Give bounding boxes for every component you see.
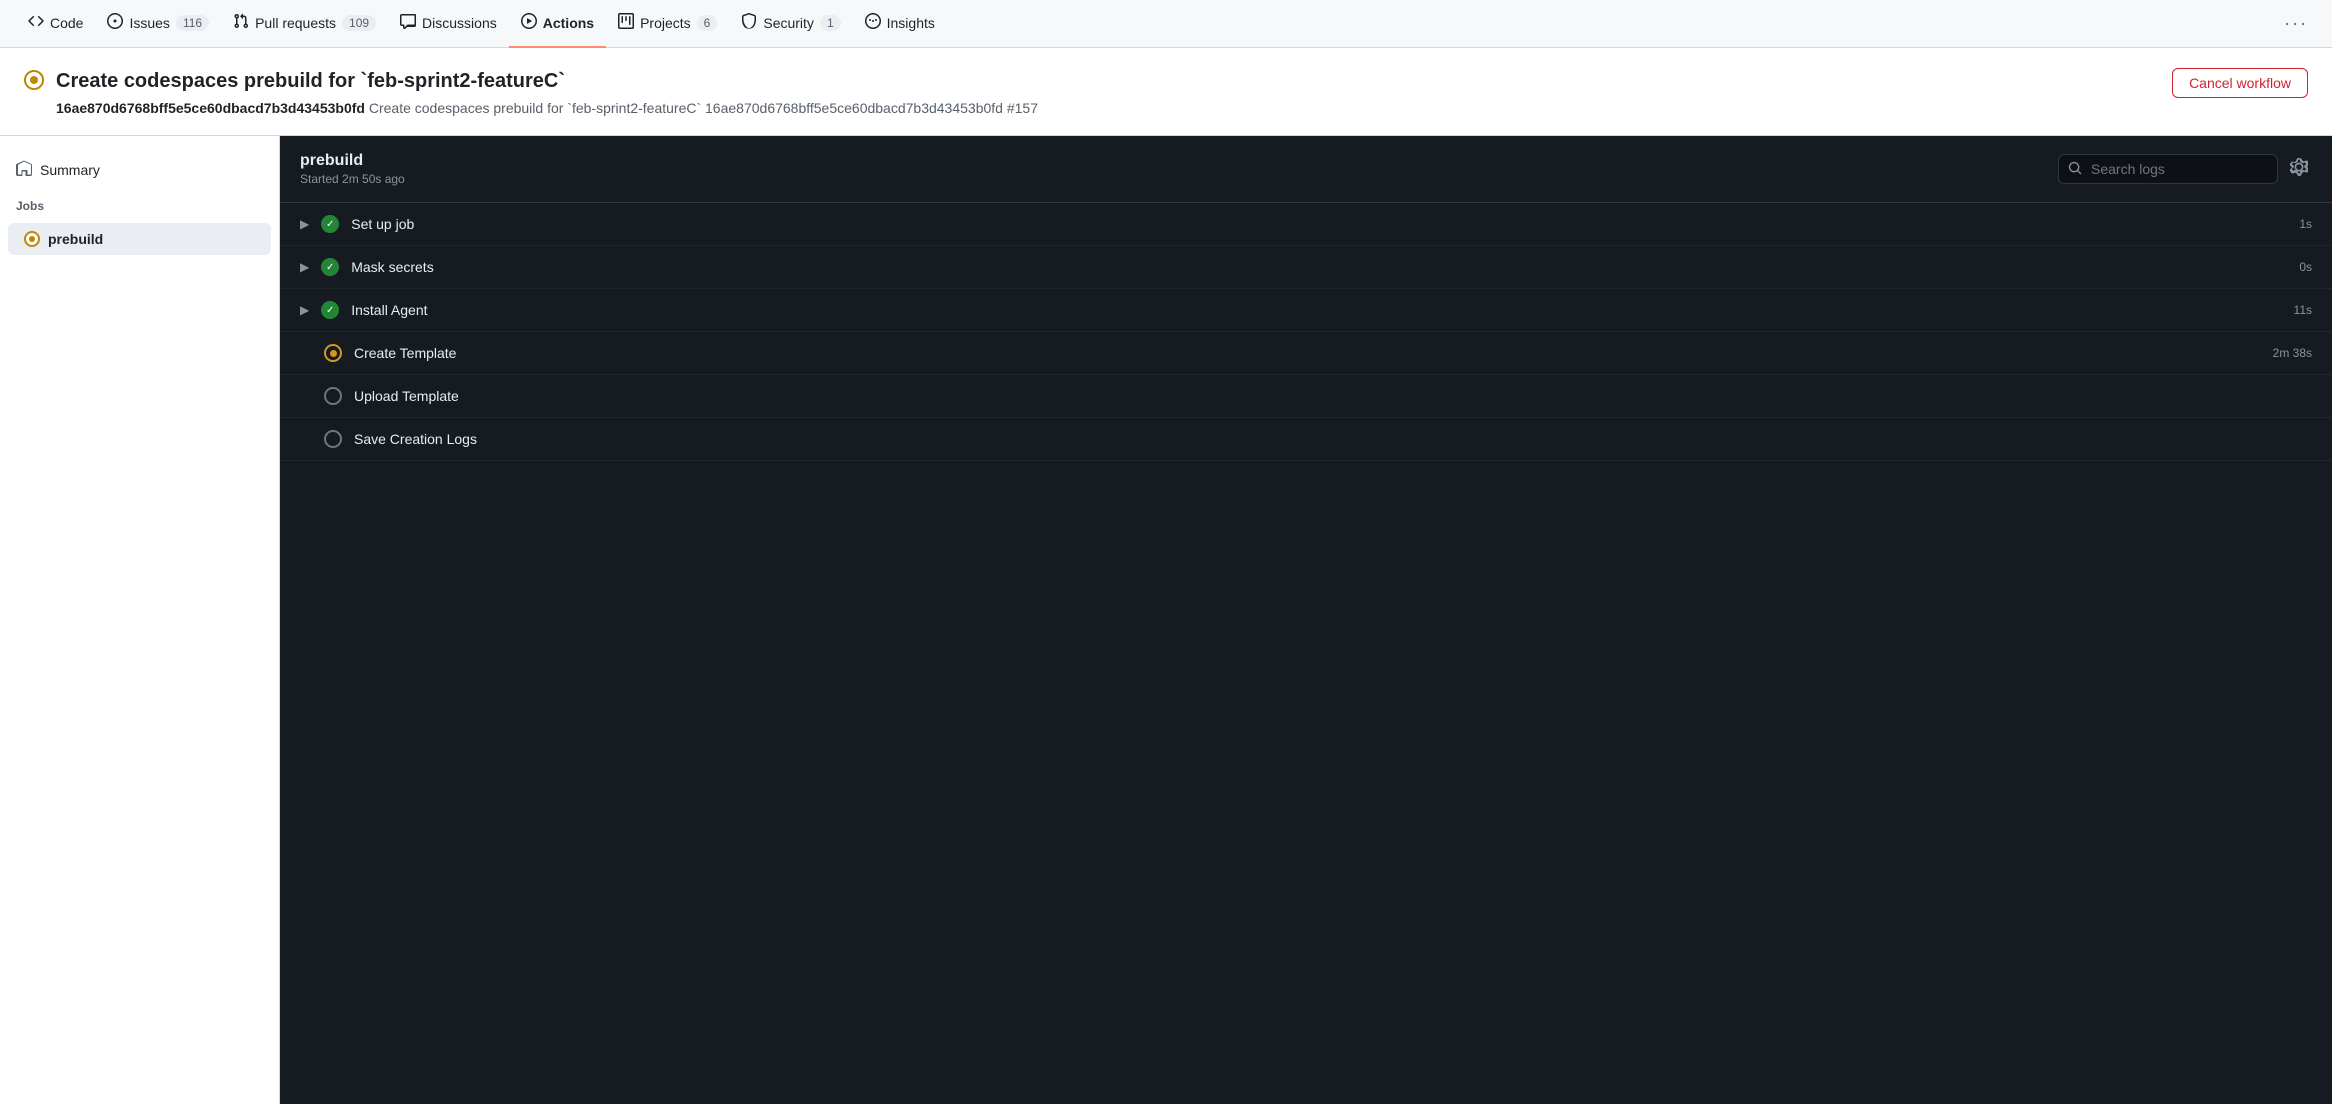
job-status-running-icon <box>24 231 40 247</box>
log-title-section: prebuild Started 2m 50s ago <box>300 152 405 186</box>
workflow-commit-description: Create codespaces prebuild for `feb-spri… <box>369 100 1038 116</box>
pr-icon <box>233 13 249 32</box>
workflow-commit-hash: 16ae870d6768bff5e5ce60dbacd7b3d43453b0fd <box>56 100 365 116</box>
log-settings-button[interactable] <box>2286 154 2312 185</box>
main-container: Create codespaces prebuild for `feb-spri… <box>0 48 2332 1104</box>
step-status-done-icon: ✓ <box>321 301 339 319</box>
nav-more-button[interactable]: ··· <box>2276 5 2316 42</box>
nav-insights[interactable]: Insights <box>853 0 947 48</box>
workflow-title-text: Create codespaces prebuild for `feb-spri… <box>56 68 2172 119</box>
nav-code[interactable]: Code <box>16 0 95 48</box>
workflow-commit: 16ae870d6768bff5e5ce60dbacd7b3d43453b0fd… <box>56 98 2172 119</box>
search-logs-wrapper <box>2058 154 2278 184</box>
log-header: prebuild Started 2m 50s ago <box>280 136 2332 203</box>
step-status-done-icon: ✓ <box>321 258 339 276</box>
nav-pull-requests[interactable]: Pull requests 109 <box>221 0 388 48</box>
nav-security-label: Security <box>763 15 814 31</box>
workflow-name: Create codespaces prebuild for `feb-spri… <box>56 68 2172 94</box>
log-title: prebuild <box>300 152 405 170</box>
step-status-pending-icon <box>324 430 342 448</box>
top-nav: Code Issues 116 Pull requests 109 Discus… <box>0 0 2332 48</box>
nav-projects-label: Projects <box>640 15 691 31</box>
sidebar-summary-label: Summary <box>40 162 100 178</box>
log-step-set-up-job[interactable]: ▶ ✓ Set up job 1s <box>280 203 2332 246</box>
nav-code-label: Code <box>50 15 83 31</box>
nav-actions[interactable]: Actions <box>509 0 606 48</box>
code-icon <box>28 13 44 32</box>
workflow-header: Create codespaces prebuild for `feb-spri… <box>0 48 2332 136</box>
house-icon <box>16 160 32 179</box>
log-step-upload-template[interactable]: Upload Template <box>280 375 2332 418</box>
nav-actions-label: Actions <box>543 15 594 31</box>
step-time-mask-secrets: 0s <box>2299 260 2312 274</box>
security-badge: 1 <box>820 15 841 31</box>
step-time-create-template: 2m 38s <box>2273 346 2312 360</box>
step-name-create-template: Create Template <box>354 345 2261 361</box>
nav-security[interactable]: Security 1 <box>729 0 852 48</box>
projects-badge: 6 <box>697 15 718 31</box>
projects-icon <box>618 13 634 32</box>
nav-insights-label: Insights <box>887 15 935 31</box>
discussion-icon <box>400 13 416 32</box>
log-subtitle: Started 2m 50s ago <box>300 172 405 186</box>
issues-badge: 116 <box>176 15 209 31</box>
log-steps: ▶ ✓ Set up job 1s ▶ ✓ Mask secrets 0s ▶ … <box>280 203 2332 1104</box>
step-status-running-icon <box>324 344 342 362</box>
nav-issues[interactable]: Issues 116 <box>95 0 221 48</box>
step-status-done-icon: ✓ <box>321 215 339 233</box>
nav-pr-label: Pull requests <box>255 15 336 31</box>
step-name-install-agent: Install Agent <box>351 302 2281 318</box>
sidebar-summary[interactable]: Summary <box>0 152 279 187</box>
step-name-upload-template: Upload Template <box>354 388 2300 404</box>
log-step-mask-secrets[interactable]: ▶ ✓ Mask secrets 0s <box>280 246 2332 289</box>
chevron-right-icon: ▶ <box>300 217 309 231</box>
chevron-right-icon: ▶ <box>300 260 309 274</box>
sidebar-job-prebuild-label: prebuild <box>48 231 103 247</box>
log-panel: prebuild Started 2m 50s ago <box>280 136 2332 1104</box>
step-status-pending-icon <box>324 387 342 405</box>
log-step-install-agent[interactable]: ▶ ✓ Install Agent 11s <box>280 289 2332 332</box>
pr-badge: 109 <box>342 15 376 31</box>
workflow-title-section: Create codespaces prebuild for `feb-spri… <box>24 68 2172 119</box>
step-time-set-up-job: 1s <box>2299 217 2312 231</box>
nav-discussions-label: Discussions <box>422 15 497 31</box>
step-name-set-up-job: Set up job <box>351 216 2287 232</box>
step-name-mask-secrets: Mask secrets <box>351 259 2287 275</box>
log-step-save-creation-logs[interactable]: Save Creation Logs <box>280 418 2332 461</box>
security-icon <box>741 13 757 32</box>
chevron-right-icon: ▶ <box>300 303 309 317</box>
nav-issues-label: Issues <box>129 15 169 31</box>
cancel-workflow-button[interactable]: Cancel workflow <box>2172 68 2308 98</box>
search-logs-input[interactable] <box>2058 154 2278 184</box>
nav-discussions[interactable]: Discussions <box>388 0 509 48</box>
step-time-install-agent: 11s <box>2294 303 2312 317</box>
sidebar-job-prebuild[interactable]: prebuild <box>8 223 271 255</box>
actions-icon <box>521 13 537 32</box>
sidebar: Summary Jobs prebuild <box>0 136 280 1104</box>
log-controls <box>2058 154 2312 185</box>
nav-projects[interactable]: Projects 6 <box>606 0 729 48</box>
content-area: Summary Jobs prebuild prebuild Started 2… <box>0 136 2332 1104</box>
issue-icon <box>107 13 123 32</box>
insights-icon <box>865 13 881 32</box>
workflow-status-running-icon <box>24 70 44 90</box>
step-name-save-creation-logs: Save Creation Logs <box>354 431 2300 447</box>
sidebar-jobs-section: Jobs <box>0 191 279 221</box>
log-step-create-template[interactable]: Create Template 2m 38s <box>280 332 2332 375</box>
